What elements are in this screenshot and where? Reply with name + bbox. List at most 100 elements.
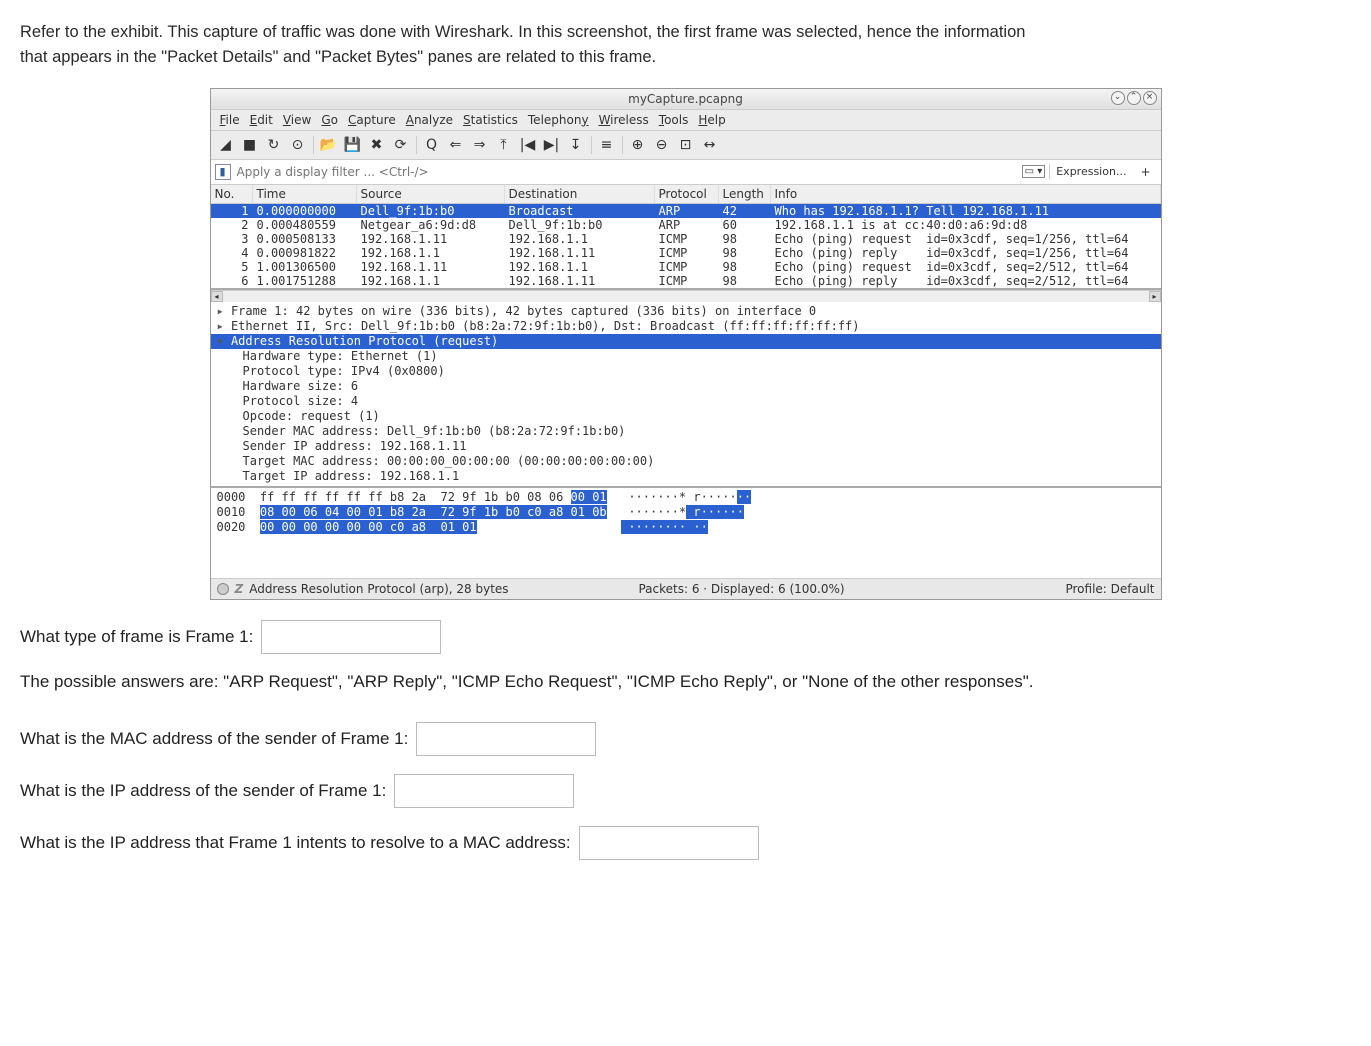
menu-capture[interactable]: Capture [345, 112, 399, 128]
col-header-source[interactable]: Source [357, 185, 505, 203]
details-protocol-size[interactable]: Protocol size: 4 [211, 394, 1161, 409]
window-titlebar: myCapture.pcapng ⌄ ⌃ × [211, 89, 1161, 110]
packet-row[interactable]: 30.000508133192.168.1.11192.168.1.1ICMP9… [211, 232, 1161, 246]
status-left-text: Address Resolution Protocol (arp), 28 by… [249, 582, 508, 596]
menu-statistics[interactable]: Statistics [460, 112, 521, 128]
intro-line-2: that appears in the "Packet Details" and… [20, 48, 656, 66]
packet-row[interactable]: 10.000000000Dell_9f:1b:b0BroadcastARP42W… [211, 204, 1161, 218]
packet-list-pane: No. Time Source Destination Protocol Len… [211, 185, 1161, 290]
details-sender-ip[interactable]: Sender IP address: 192.168.1.11 [211, 439, 1161, 454]
packet-list-header: No. Time Source Destination Protocol Len… [211, 185, 1161, 204]
find-icon[interactable]: Q [421, 134, 443, 156]
menu-help[interactable]: Help [695, 112, 728, 128]
menu-bar: File Edit View Go Capture Analyze Statis… [211, 110, 1161, 131]
bytes-line-1[interactable]: 0010 08 00 06 04 00 01 b8 2a 72 9f 1b b0… [217, 505, 1155, 520]
question-1-input[interactable] [261, 620, 441, 654]
separator [313, 136, 314, 154]
bytes-line-2[interactable]: 0020 00 00 00 00 00 00 c0 a8 01 01 ·····… [217, 520, 1155, 535]
wireshark-window: myCapture.pcapng ⌄ ⌃ × File Edit View Go… [210, 88, 1162, 600]
question-4-label: What is the IP address that Frame 1 inte… [20, 833, 571, 853]
col-header-time[interactable]: Time [253, 185, 357, 203]
bytes-line-0[interactable]: 0000 ff ff ff ff ff ff b8 2a 72 9f 1b b0… [217, 490, 1155, 505]
details-arp-summary[interactable]: Address Resolution Protocol (request) [211, 334, 1161, 349]
status-profile[interactable]: Profile: Default [975, 582, 1155, 596]
zoom-out-icon[interactable]: ⊖ [651, 134, 673, 156]
prev-icon[interactable]: ⇐ [445, 134, 467, 156]
packet-row[interactable]: 20.000480559Netgear_a6:9d:d8Dell_9f:1b:b… [211, 218, 1161, 232]
zoom-reset-icon[interactable]: ⊡ [675, 134, 697, 156]
details-hardware-type[interactable]: Hardware type: Ethernet (1) [211, 349, 1161, 364]
save-file-icon[interactable]: 💾 [342, 134, 364, 156]
colorize-icon[interactable]: ≡ [596, 134, 618, 156]
menu-telephony[interactable]: Telephony [525, 112, 592, 128]
close-icon[interactable]: × [1143, 91, 1157, 105]
intro-line-1: Refer to the exhibit. This capture of tr… [20, 23, 1025, 41]
display-filter-input[interactable] [231, 162, 1022, 182]
intro-text: Refer to the exhibit. This capture of tr… [20, 20, 1351, 70]
packet-row[interactable]: 61.001751288192.168.1.1192.168.1.11ICMP9… [211, 274, 1161, 288]
expert-info-icon[interactable] [217, 583, 229, 595]
question-2-input[interactable] [416, 722, 596, 756]
details-ethernet-summary[interactable]: Ethernet II, Src: Dell_9f:1b:b0 (b8:2a:7… [211, 319, 1161, 334]
menu-tools[interactable]: Tools [656, 112, 692, 128]
menu-wireless[interactable]: Wireless [596, 112, 652, 128]
add-filter-button[interactable]: + [1134, 165, 1156, 179]
question-1-label: What type of frame is Frame 1: [20, 627, 253, 647]
next-icon[interactable]: ⇒ [469, 134, 491, 156]
packet-list-scrollbar[interactable]: ◂ ▸ [211, 290, 1161, 302]
question-3-input[interactable] [394, 774, 574, 808]
scroll-right-icon[interactable]: ▸ [1149, 291, 1161, 302]
scroll-left-icon[interactable]: ◂ [211, 291, 223, 302]
expression-button[interactable]: Expression... [1049, 164, 1130, 179]
details-protocol-type[interactable]: Protocol type: IPv4 (0x0800) [211, 364, 1161, 379]
toolbar: ◢ ■ ↻ ⊙ 📂 💾 ✖ ⟳ Q ⇐ ⇒ ⤒ |◀ ▶| ↧ ≡ ⊕ ⊖ ⊡ … [211, 131, 1161, 160]
packet-bytes-pane: 0000 ff ff ff ff ff ff b8 2a 72 9f 1b b0… [211, 488, 1161, 578]
details-hardware-size[interactable]: Hardware size: 6 [211, 379, 1161, 394]
menu-view[interactable]: View [280, 112, 314, 128]
packet-row[interactable]: 40.000981822192.168.1.1192.168.1.11ICMP9… [211, 246, 1161, 260]
menu-analyze[interactable]: Analyze [403, 112, 456, 128]
packet-row[interactable]: 51.001306500192.168.1.11192.168.1.1ICMP9… [211, 260, 1161, 274]
bookmark-filter-icon[interactable]: ▮ [215, 164, 231, 180]
question-4-input[interactable] [579, 826, 759, 860]
autoscroll-icon[interactable]: ↧ [565, 134, 587, 156]
col-header-destination[interactable]: Destination [505, 185, 655, 203]
details-opcode[interactable]: Opcode: request (1) [211, 409, 1161, 424]
jump-icon[interactable]: ⤒ [493, 134, 515, 156]
separator [622, 136, 623, 154]
close-file-icon[interactable]: ✖ [366, 134, 388, 156]
separator [591, 136, 592, 154]
status-center-text: Packets: 6 · Displayed: 6 (100.0%) [509, 582, 975, 596]
details-target-ip[interactable]: Target IP address: 192.168.1.1 [211, 469, 1161, 484]
col-header-protocol[interactable]: Protocol [655, 185, 719, 203]
minimize-icon[interactable]: ⌄ [1111, 91, 1125, 105]
menu-file[interactable]: File [217, 112, 243, 128]
possible-answers-text: The possible answers are: "ARP Request",… [20, 672, 1351, 692]
resize-columns-icon[interactable]: ↔ [699, 134, 721, 156]
menu-go[interactable]: Go [318, 112, 341, 128]
status-z-icon: Z [235, 582, 244, 596]
reload-icon[interactable]: ⟳ [390, 134, 412, 156]
col-header-no[interactable]: No. [211, 185, 253, 203]
display-filter-bar: ▮ ▭ ▾ Expression... + [211, 160, 1161, 185]
first-packet-icon[interactable]: |◀ [517, 134, 539, 156]
packet-details-pane: Frame 1: 42 bytes on wire (336 bits), 42… [211, 302, 1161, 488]
filter-history-icon[interactable]: ▭ ▾ [1022, 165, 1046, 178]
maximize-icon[interactable]: ⌃ [1127, 91, 1141, 105]
stop-capture-icon[interactable]: ■ [239, 134, 261, 156]
col-header-length[interactable]: Length [719, 185, 771, 203]
separator [416, 136, 417, 154]
details-frame-summary[interactable]: Frame 1: 42 bytes on wire (336 bits), 42… [211, 304, 1161, 319]
col-header-info[interactable]: Info [771, 185, 1161, 203]
zoom-in-icon[interactable]: ⊕ [627, 134, 649, 156]
last-packet-icon[interactable]: ▶| [541, 134, 563, 156]
restart-capture-icon[interactable]: ↻ [263, 134, 285, 156]
details-sender-mac[interactable]: Sender MAC address: Dell_9f:1b:b0 (b8:2a… [211, 424, 1161, 439]
details-target-mac[interactable]: Target MAC address: 00:00:00_00:00:00 (0… [211, 454, 1161, 469]
menu-edit[interactable]: Edit [247, 112, 276, 128]
question-2-label: What is the MAC address of the sender of… [20, 729, 408, 749]
window-title: myCapture.pcapng [628, 92, 743, 106]
start-capture-icon[interactable]: ◢ [215, 134, 237, 156]
open-file-icon[interactable]: 📂 [318, 134, 340, 156]
capture-options-icon[interactable]: ⊙ [287, 134, 309, 156]
